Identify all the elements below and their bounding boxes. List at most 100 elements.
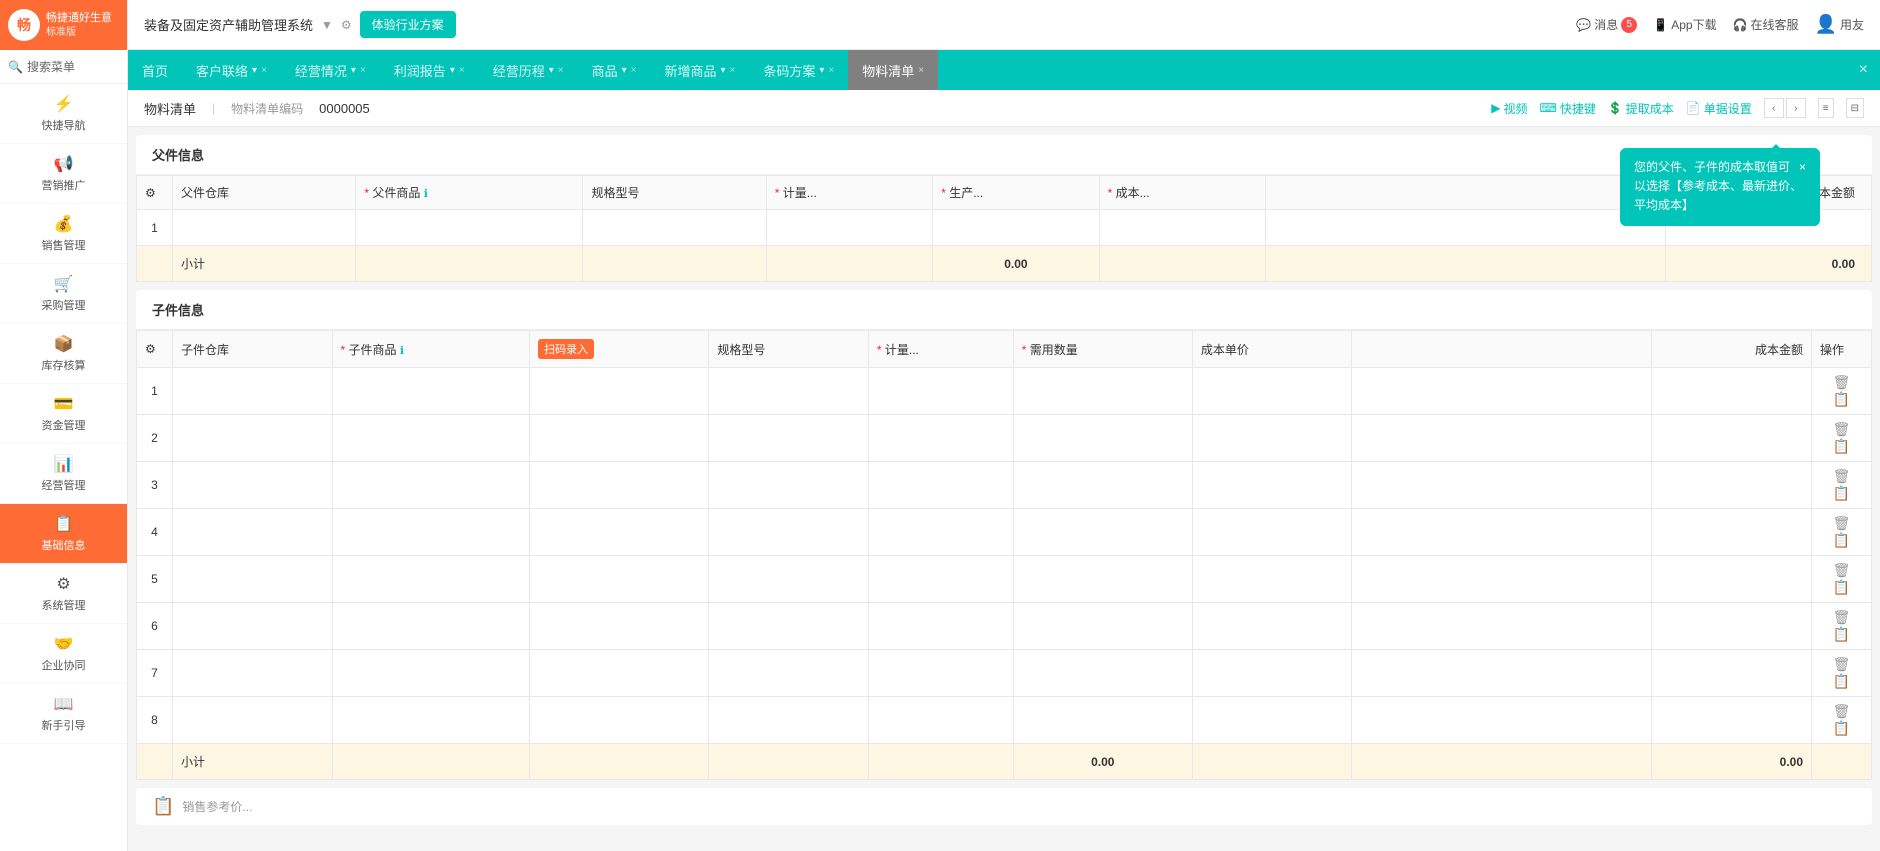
child-product-cell[interactable]	[332, 603, 530, 650]
sidebar-item-finance[interactable]: 💳 资金管理	[0, 384, 127, 444]
close-icon[interactable]: ×	[631, 65, 637, 76]
child-unit-cell[interactable]	[868, 462, 1013, 509]
close-icon[interactable]: ×	[828, 65, 834, 76]
copy-btn[interactable]: 📋	[1833, 532, 1850, 548]
copy-btn[interactable]: 📋	[1833, 720, 1850, 736]
child-spec-cell[interactable]	[709, 509, 869, 556]
child-unit-price-cell[interactable]	[1192, 462, 1352, 509]
child-unit-price-cell[interactable]	[1192, 650, 1352, 697]
close-icon[interactable]: ×	[360, 65, 366, 76]
extract-cost-btn[interactable]: 💲 提取成本	[1608, 100, 1674, 117]
child-warehouse-cell[interactable]	[173, 650, 333, 697]
copy-btn[interactable]: 📋	[1833, 579, 1850, 595]
tab-barcode[interactable]: 条码方案 ▾ ×	[749, 50, 848, 90]
child-warehouse-cell[interactable]	[173, 603, 333, 650]
delete-btn[interactable]: 🗑	[1833, 421, 1851, 437]
copy-btn[interactable]: 📋	[1833, 391, 1850, 407]
prev-record-btn[interactable]: ‹	[1764, 98, 1784, 118]
child-spec-cell[interactable]	[709, 697, 869, 744]
delete-btn[interactable]: 🗑	[1833, 515, 1851, 531]
settings-icon[interactable]: ⚙	[341, 18, 352, 32]
sidebar-item-system[interactable]: ⚙ 系统管理	[0, 564, 127, 624]
child-qty-cell[interactable]	[1013, 509, 1192, 556]
copy-btn[interactable]: 📋	[1833, 673, 1850, 689]
child-unit-price-cell[interactable]	[1192, 603, 1352, 650]
child-product-cell[interactable]	[332, 462, 530, 509]
child-unit-price-cell[interactable]	[1192, 415, 1352, 462]
child-product-cell[interactable]	[332, 415, 530, 462]
child-amount-cell[interactable]	[1652, 603, 1812, 650]
child-spec-cell[interactable]	[709, 556, 869, 603]
tooltip-close-btn[interactable]: ×	[1799, 158, 1806, 177]
child-unit-price-cell[interactable]	[1192, 509, 1352, 556]
child-info-icon[interactable]: ℹ	[400, 345, 404, 357]
tab-history[interactable]: 经营历程 ▾ ×	[479, 50, 578, 90]
child-spec-cell[interactable]	[709, 462, 869, 509]
child-warehouse-cell[interactable]	[173, 556, 333, 603]
sidebar-item-collab[interactable]: 🤝 企业协同	[0, 624, 127, 684]
expand-btn[interactable]: ≡	[1818, 98, 1834, 118]
child-unit-cell[interactable]	[868, 556, 1013, 603]
child-warehouse-cell[interactable]	[173, 368, 333, 415]
child-warehouse-cell[interactable]	[173, 462, 333, 509]
sidebar-item-quick-nav[interactable]: ⚡ 快捷导航	[0, 84, 127, 144]
child-product-cell[interactable]	[332, 509, 530, 556]
child-product-cell[interactable]	[332, 697, 530, 744]
sidebar-item-basic-info[interactable]: 📋 基础信息	[0, 504, 127, 564]
tab-customer[interactable]: 客户联络 ▾ ×	[182, 50, 281, 90]
sidebar-item-sales[interactable]: 💰 销售管理	[0, 204, 127, 264]
sidebar-item-guide[interactable]: 📖 新手引导	[0, 684, 127, 744]
next-record-btn[interactable]: ›	[1786, 98, 1806, 118]
user-btn[interactable]: 👤 用友	[1815, 14, 1864, 35]
child-amount-cell[interactable]	[1652, 509, 1812, 556]
child-product-cell[interactable]	[332, 368, 530, 415]
tab-profit[interactable]: 利润报告 ▾ ×	[380, 50, 479, 90]
close-icon[interactable]: ×	[730, 65, 736, 76]
tab-home[interactable]: 首页	[128, 50, 182, 90]
child-amount-cell[interactable]	[1652, 415, 1812, 462]
th-scan[interactable]: 扫码录入	[530, 331, 709, 368]
child-qty-cell[interactable]	[1013, 462, 1192, 509]
parent-product-cell[interactable]	[356, 210, 583, 246]
child-amount-cell[interactable]	[1652, 368, 1812, 415]
child-qty-cell[interactable]	[1013, 556, 1192, 603]
child-spec-cell[interactable]	[709, 415, 869, 462]
close-icon[interactable]: ×	[558, 65, 564, 76]
close-icon[interactable]: ×	[261, 65, 267, 76]
child-qty-cell[interactable]	[1013, 650, 1192, 697]
tab-goods[interactable]: 商品 ▾ ×	[578, 50, 651, 90]
copy-btn[interactable]: 📋	[1833, 626, 1850, 642]
child-amount-cell[interactable]	[1652, 650, 1812, 697]
experience-btn[interactable]: 体验行业方案	[360, 11, 456, 38]
child-warehouse-cell[interactable]	[173, 697, 333, 744]
child-unit-cell[interactable]	[868, 368, 1013, 415]
child-unit-price-cell[interactable]	[1192, 697, 1352, 744]
child-spec-cell[interactable]	[709, 603, 869, 650]
shortcut-btn[interactable]: ⌨ 快捷键	[1539, 100, 1595, 117]
info-icon[interactable]: ℹ	[424, 188, 428, 200]
child-qty-cell[interactable]	[1013, 603, 1192, 650]
parent-warehouse-cell[interactable]	[173, 210, 356, 246]
view-btn[interactable]: ▶ 视频	[1491, 100, 1527, 117]
child-amount-cell[interactable]	[1652, 462, 1812, 509]
sidebar-item-search[interactable]: 🔍 搜索菜单	[0, 50, 127, 84]
child-qty-cell[interactable]	[1013, 368, 1192, 415]
delete-btn[interactable]: 🗑	[1833, 562, 1851, 578]
parent-spec-cell[interactable]	[583, 210, 766, 246]
child-product-cell[interactable]	[332, 556, 530, 603]
copy-btn[interactable]: 📋	[1833, 485, 1850, 501]
child-qty-cell[interactable]	[1013, 697, 1192, 744]
sidebar-item-management[interactable]: 📊 经营管理	[0, 444, 127, 504]
tab-bom[interactable]: 物料清单 ×	[848, 50, 938, 90]
sidebar-item-inventory[interactable]: 📦 库存核算	[0, 324, 127, 384]
parent-cost-cell[interactable]	[1099, 210, 1265, 246]
tab-new-goods[interactable]: 新增商品 ▾ ×	[650, 50, 749, 90]
parent-production-cell[interactable]	[933, 210, 1099, 246]
close-icon[interactable]: ×	[918, 65, 924, 76]
child-unit-cell[interactable]	[868, 603, 1013, 650]
child-amount-cell[interactable]	[1652, 697, 1812, 744]
child-spec-cell[interactable]	[709, 368, 869, 415]
th-child-settings[interactable]: ⚙	[137, 331, 173, 368]
sidebar-item-marketing[interactable]: 📢 营销推广	[0, 144, 127, 204]
child-unit-price-cell[interactable]	[1192, 368, 1352, 415]
